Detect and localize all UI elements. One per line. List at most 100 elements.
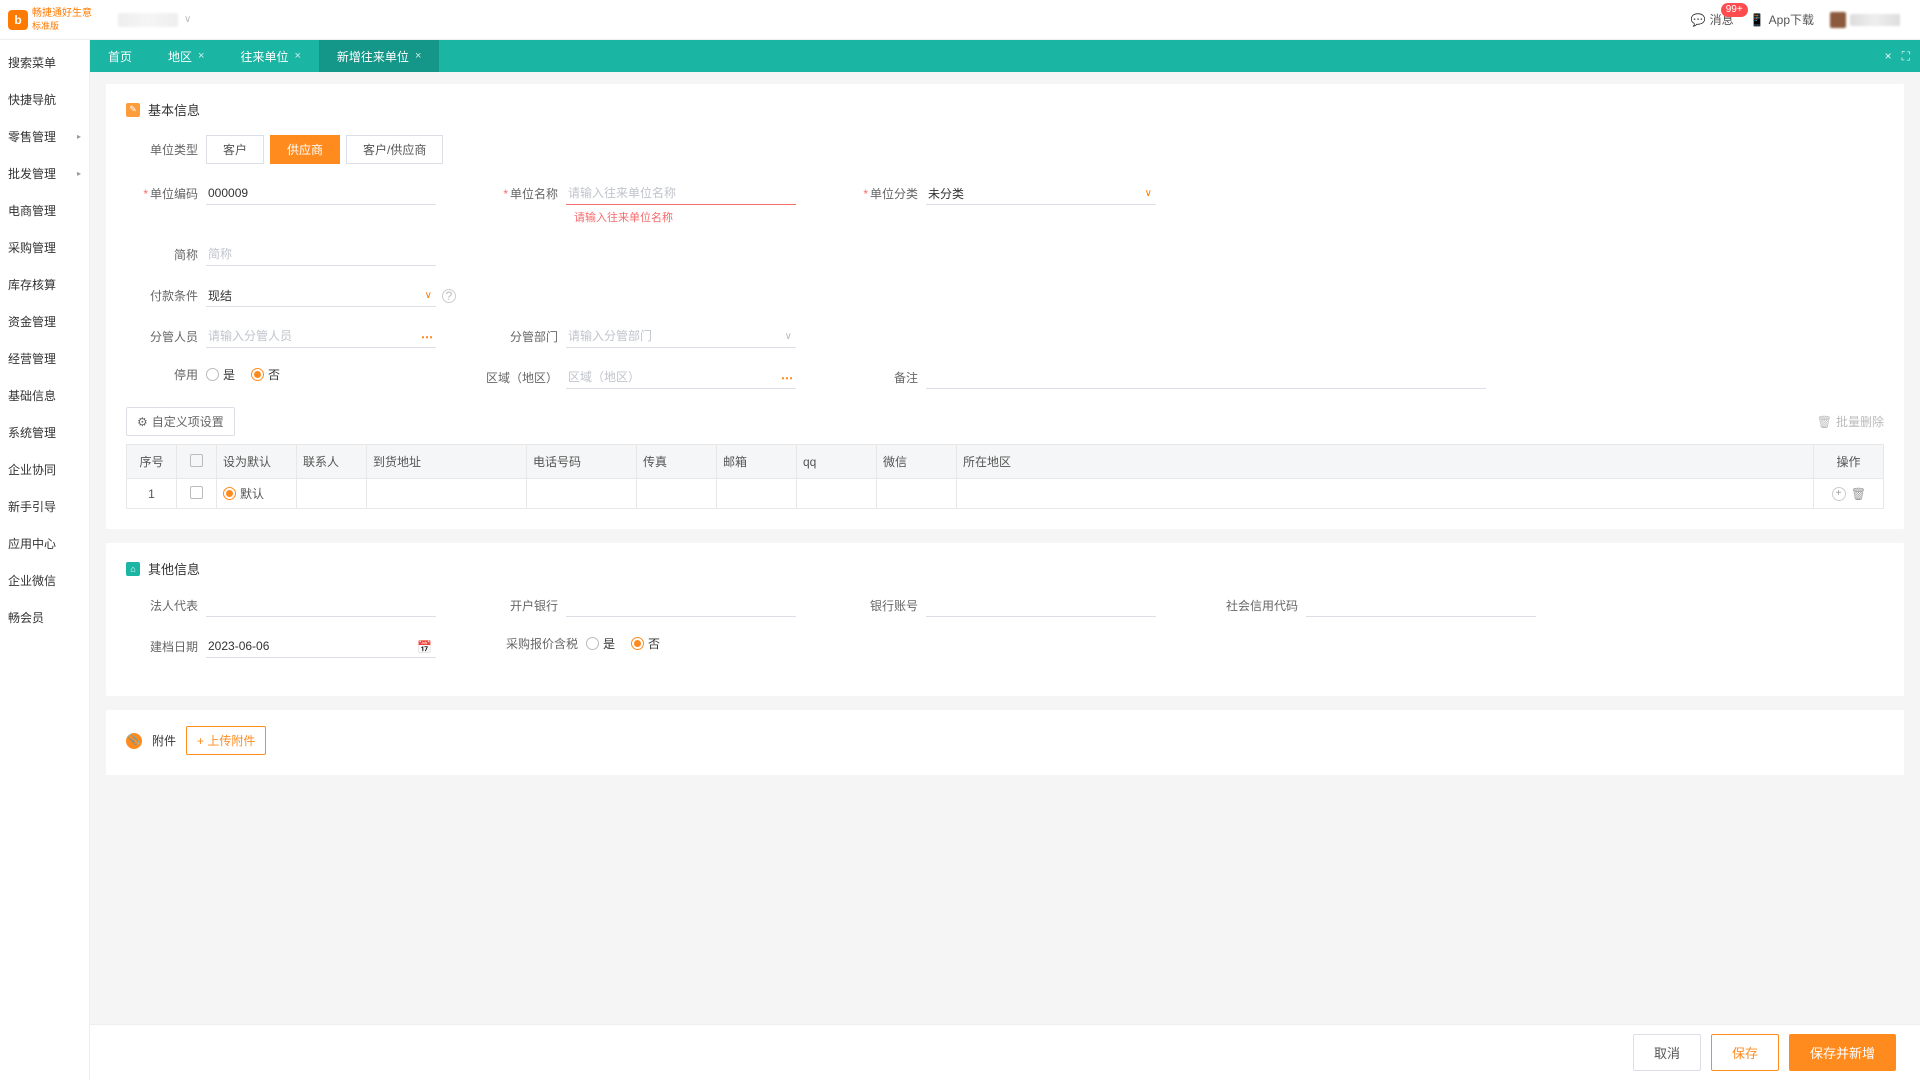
unit-name-input[interactable] bbox=[566, 182, 796, 205]
unit-category-select[interactable] bbox=[926, 182, 1156, 205]
sidebar-item-label: 企业微信 bbox=[8, 572, 56, 589]
batch-delete-button[interactable]: 🗑 批量删除 bbox=[1817, 413, 1884, 430]
th-address: 到货地址 bbox=[367, 445, 527, 479]
th-index: 序号 bbox=[127, 445, 177, 479]
sidebar-item-ecommerce[interactable]: 电商管理 bbox=[0, 192, 89, 229]
cell-wechat[interactable] bbox=[877, 479, 957, 509]
other-info-panel: ⌂ 其他信息 法人代表 开户银行 银行账号 bbox=[106, 543, 1904, 696]
cell-region[interactable] bbox=[957, 479, 1814, 509]
top-actions: 💬 消息 99+ 📱 App下载 bbox=[1691, 11, 1912, 28]
region-input[interactable] bbox=[566, 366, 796, 389]
sidebar-item-member[interactable]: 畅会员 bbox=[0, 599, 89, 636]
save-and-new-button[interactable]: 保存并新增 bbox=[1789, 1034, 1896, 1071]
cell-default: 默认 bbox=[217, 479, 297, 509]
cell-actions: + 🗑 bbox=[1814, 479, 1884, 509]
chevron-down-icon: ∨ bbox=[184, 14, 191, 25]
short-name-input[interactable] bbox=[206, 243, 436, 266]
checkbox[interactable] bbox=[190, 454, 203, 467]
sidebar: 搜索菜单 快捷导航 零售管理▸ 批发管理▸ 电商管理 采购管理 库存核算 资金管… bbox=[0, 40, 90, 1080]
close-all-tabs-icon[interactable]: × bbox=[1885, 49, 1892, 63]
gear-icon: ⚙ bbox=[137, 415, 148, 429]
custom-settings-button[interactable]: ⚙ 自定义项设置 bbox=[126, 407, 235, 436]
manager-input[interactable] bbox=[206, 325, 436, 348]
tab-region[interactable]: 地区 × bbox=[150, 40, 222, 72]
sidebar-item-retail[interactable]: 零售管理▸ bbox=[0, 118, 89, 155]
archive-date-input[interactable] bbox=[206, 635, 436, 658]
sidebar-item-system[interactable]: 系统管理 bbox=[0, 414, 89, 451]
unit-type-supplier[interactable]: 供应商 bbox=[270, 135, 340, 164]
sidebar-item-quicknav[interactable]: 快捷导航 bbox=[0, 81, 89, 118]
logo: b 畅捷通好生意 标准版 bbox=[8, 8, 98, 32]
cell-contact[interactable] bbox=[297, 479, 367, 509]
unit-category-label: *单位分类 bbox=[846, 185, 926, 202]
more-icon[interactable]: ⋯ bbox=[781, 371, 792, 385]
sidebar-item-finance[interactable]: 资金管理 bbox=[0, 303, 89, 340]
close-icon[interactable]: × bbox=[415, 50, 421, 62]
add-row-icon[interactable]: + bbox=[1832, 487, 1846, 501]
sidebar-item-operations[interactable]: 经营管理 bbox=[0, 340, 89, 377]
disabled-label: 停用 bbox=[126, 366, 206, 383]
legal-input[interactable] bbox=[206, 594, 436, 617]
checkbox[interactable] bbox=[190, 486, 203, 499]
user-menu[interactable] bbox=[1830, 12, 1904, 28]
help-icon[interactable]: ? bbox=[442, 289, 456, 303]
cell-email[interactable] bbox=[717, 479, 797, 509]
tax-no-radio[interactable]: 否 bbox=[631, 635, 660, 652]
top-header: b 畅捷通好生意 标准版 ∨ 💬 消息 99+ 📱 App下载 bbox=[0, 0, 1920, 40]
sidebar-item-appcenter[interactable]: 应用中心 bbox=[0, 525, 89, 562]
attachment-icon: 📎 bbox=[126, 733, 142, 749]
tab-label: 新增往来单位 bbox=[337, 48, 409, 65]
close-icon[interactable]: × bbox=[294, 50, 300, 62]
entity-selector[interactable]: ∨ bbox=[118, 13, 191, 27]
unit-type-both[interactable]: 客户/供应商 bbox=[346, 135, 443, 164]
sidebar-item-guide[interactable]: 新手引导 bbox=[0, 488, 89, 525]
pay-terms-label: 付款条件 bbox=[126, 287, 206, 304]
pay-terms-select[interactable] bbox=[206, 284, 436, 307]
cancel-button[interactable]: 取消 bbox=[1633, 1034, 1701, 1071]
cell-qq[interactable] bbox=[797, 479, 877, 509]
tab-bar: 首页 地区 × 往来单位× 新增往来单位 × × ⛶ bbox=[90, 40, 1920, 72]
disabled-yes-radio[interactable]: 是 bbox=[206, 366, 235, 383]
upload-attachment-button[interactable]: + 上传附件 bbox=[186, 726, 266, 755]
cell-phone[interactable] bbox=[527, 479, 637, 509]
dept-select[interactable] bbox=[566, 325, 796, 348]
account-input[interactable] bbox=[926, 594, 1156, 617]
bank-input[interactable] bbox=[566, 594, 796, 617]
close-icon[interactable]: × bbox=[198, 50, 204, 62]
remark-input[interactable] bbox=[926, 366, 1486, 389]
sidebar-item-wholesale[interactable]: 批发管理▸ bbox=[0, 155, 89, 192]
sidebar-item-wechat[interactable]: 企业微信 bbox=[0, 562, 89, 599]
more-icon[interactable]: ⋯ bbox=[421, 330, 432, 344]
tab-home[interactable]: 首页 bbox=[90, 40, 150, 72]
archive-date-label: 建档日期 bbox=[126, 638, 206, 655]
cell-fax[interactable] bbox=[637, 479, 717, 509]
th-phone: 电话号码 bbox=[527, 445, 637, 479]
cell-address[interactable] bbox=[367, 479, 527, 509]
app-download-button[interactable]: 📱 App下载 bbox=[1750, 11, 1814, 28]
sidebar-item-search[interactable]: 搜索菜单 bbox=[0, 44, 89, 81]
table-row: 1 默认 bbox=[127, 479, 1884, 509]
tab-label: 地区 bbox=[168, 48, 192, 65]
unit-code-input[interactable] bbox=[206, 182, 436, 205]
sidebar-item-collab[interactable]: 企业协同 bbox=[0, 451, 89, 488]
credit-code-input[interactable] bbox=[1306, 594, 1536, 617]
section-icon: ✎ bbox=[126, 103, 140, 117]
save-button[interactable]: 保存 bbox=[1711, 1034, 1779, 1071]
tax-yes-radio[interactable]: 是 bbox=[586, 635, 615, 652]
delete-row-icon[interactable]: 🗑 bbox=[1852, 487, 1866, 501]
calendar-icon[interactable]: 📅 bbox=[417, 640, 432, 654]
sidebar-item-basedata[interactable]: 基础信息 bbox=[0, 377, 89, 414]
unit-type-customer[interactable]: 客户 bbox=[206, 135, 264, 164]
unit-type-segment: 客户 供应商 客户/供应商 bbox=[206, 135, 443, 164]
messages-button[interactable]: 💬 消息 99+ bbox=[1691, 11, 1734, 28]
tab-partners[interactable]: 往来单位× bbox=[222, 40, 318, 72]
brand-icon: b bbox=[8, 10, 28, 30]
sidebar-item-inventory[interactable]: 库存核算 bbox=[0, 266, 89, 303]
default-radio[interactable]: 默认 bbox=[223, 485, 290, 502]
disabled-no-radio[interactable]: 否 bbox=[251, 366, 280, 383]
unit-name-label: *单位名称 bbox=[486, 185, 566, 202]
tab-new-partner[interactable]: 新增往来单位 × bbox=[319, 40, 439, 72]
fullscreen-icon[interactable]: ⛶ bbox=[1902, 49, 1910, 64]
sidebar-item-purchase[interactable]: 采购管理 bbox=[0, 229, 89, 266]
panel-title: ⌂ 其他信息 bbox=[126, 559, 1884, 578]
